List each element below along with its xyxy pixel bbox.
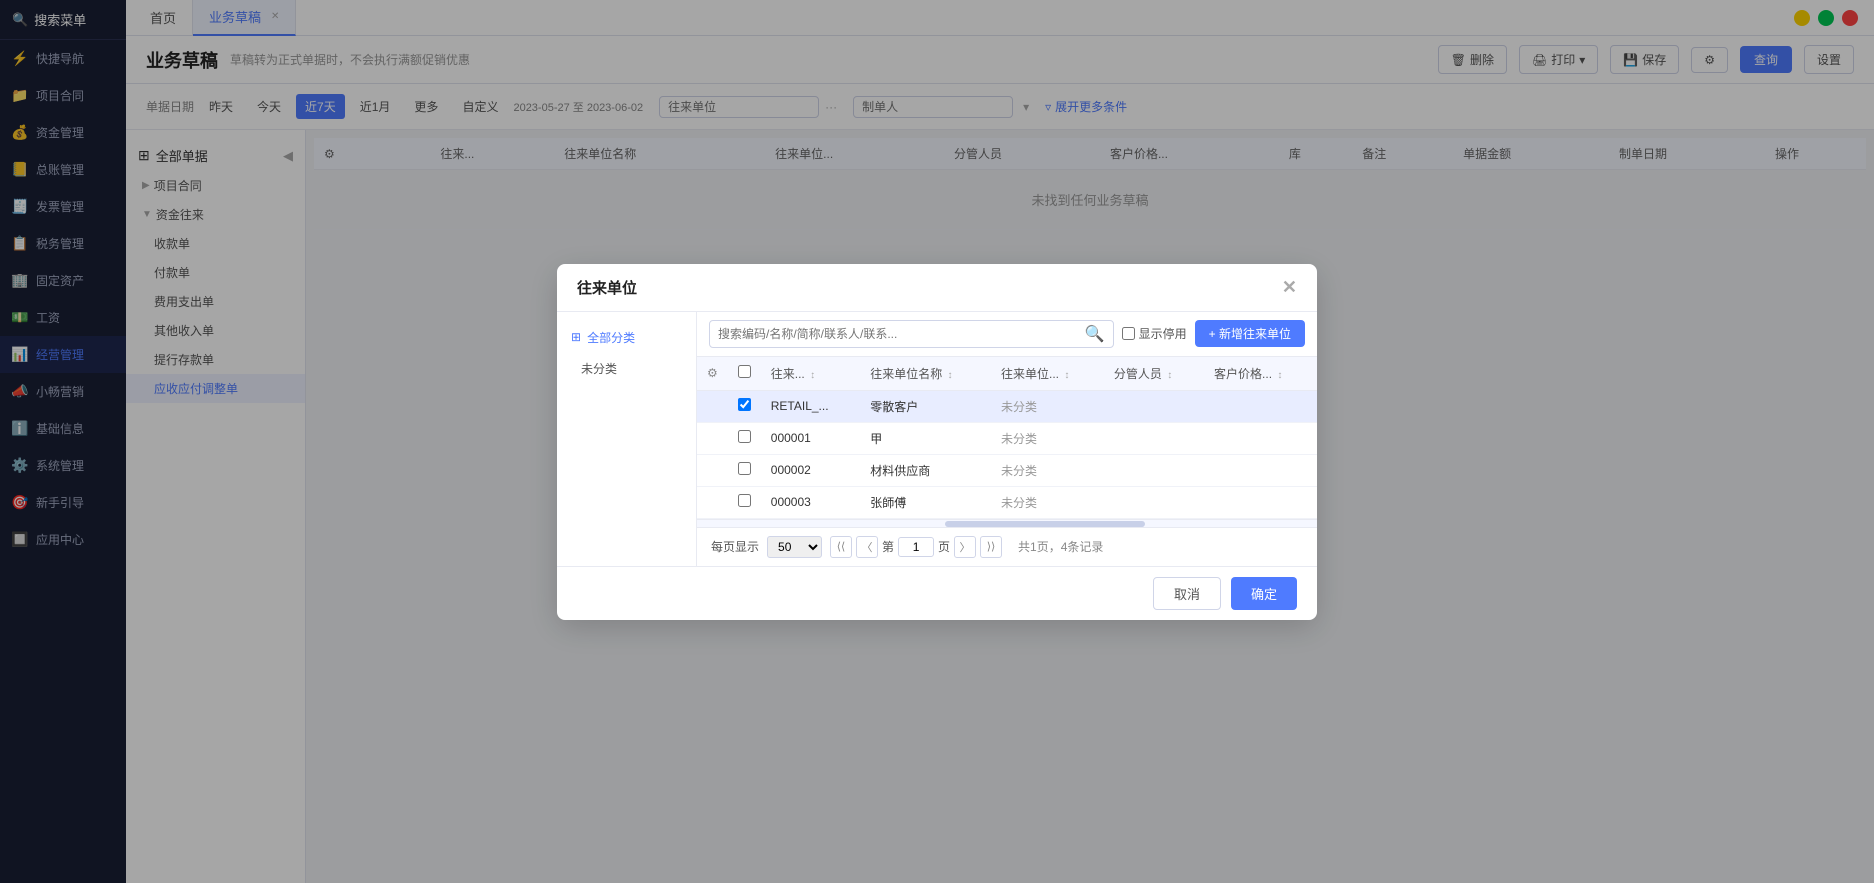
per-page-label: 每页显示 [711, 538, 759, 555]
dialog-row-3[interactable]: 000002 材料供应商 未分类 [697, 454, 1317, 486]
search-icon: 🔍 [1085, 324, 1105, 344]
row-manager-1 [1104, 390, 1204, 422]
show-disabled-wrap: 显示停用 [1122, 325, 1187, 342]
row-price-4 [1204, 486, 1317, 518]
page-label-pre: 第 [882, 538, 894, 555]
last-page-btn[interactable]: ⟩⟩ [980, 536, 1002, 558]
select-all-checkbox[interactable] [738, 365, 751, 378]
row-price-3 [1204, 454, 1317, 486]
dialog-th-price: 客户价格... ↕ [1204, 357, 1317, 391]
dialog-overlay: 往来单位 ✕ ⊞ 全部分类 未分类 🔍 [0, 0, 1874, 883]
row-gear-3 [697, 454, 728, 486]
row-gear-1 [697, 390, 728, 422]
show-disabled-label: 显示停用 [1139, 325, 1187, 342]
dialog-categories: ⊞ 全部分类 未分类 [557, 312, 697, 566]
row-code-4: 000003 [761, 486, 860, 518]
dialog-th-name: 往来单位名称 ↕ [860, 357, 991, 391]
row-check-2[interactable] [728, 422, 761, 454]
dialog-close-btn[interactable]: ✕ [1282, 277, 1297, 298]
new-partner-btn[interactable]: + 新增往来单位 [1195, 320, 1305, 347]
dialog-row-4[interactable]: 000003 张師傅 未分类 [697, 486, 1317, 518]
row-code-2: 000001 [761, 422, 860, 454]
row-check-3[interactable] [728, 454, 761, 486]
row-category-4: 未分类 [991, 486, 1104, 518]
page-label: 页 [938, 538, 950, 555]
partner-dialog: 往来单位 ✕ ⊞ 全部分类 未分类 🔍 [557, 264, 1317, 620]
dialog-th-check[interactable] [728, 357, 761, 391]
row-code-3: 000002 [761, 454, 860, 486]
dialog-row-2[interactable]: 000001 甲 未分类 [697, 422, 1317, 454]
next-page-btn[interactable]: 〉 [954, 536, 976, 558]
row-category-1: 未分类 [991, 390, 1104, 422]
row-category-2: 未分类 [991, 422, 1104, 454]
row-name-2: 甲 [860, 422, 991, 454]
page-total: 共1页，4条记录 [1018, 538, 1103, 555]
row-check-1[interactable] [728, 390, 761, 422]
dialog-body: ⊞ 全部分类 未分类 🔍 显示停用 [557, 312, 1317, 566]
dialog-table-wrap: ⚙ 往来... ↕ 往来单位名称 ↕ 往来单位... ↕ 分管人员 ↕ 客户价格… [697, 357, 1317, 519]
row-manager-2 [1104, 422, 1204, 454]
row-manager-3 [1104, 454, 1204, 486]
confirm-btn[interactable]: 确定 [1231, 577, 1297, 610]
row-manager-4 [1104, 486, 1204, 518]
row-gear-2 [697, 422, 728, 454]
row-name-4: 张師傅 [860, 486, 991, 518]
page-nav: ⟨⟨ 〈 第 页 〉 ⟩⟩ [830, 536, 1002, 558]
dialog-header: 往来单位 ✕ [557, 264, 1317, 312]
row-gear-4 [697, 486, 728, 518]
dialog-row-1[interactable]: RETAIL_... 零散客户 未分类 [697, 390, 1317, 422]
horizontal-scrollbar[interactable] [697, 519, 1317, 527]
dialog-th-category: 往来单位... ↕ [991, 357, 1104, 391]
dialog-search-input[interactable] [718, 327, 1081, 341]
first-page-btn[interactable]: ⟨⟨ [830, 536, 852, 558]
row-name-3: 材料供应商 [860, 454, 991, 486]
dialog-th-manager: 分管人员 ↕ [1104, 357, 1204, 391]
show-disabled-checkbox[interactable] [1122, 327, 1135, 340]
dialog-pagination: 每页显示 50 100 ⟨⟨ 〈 第 页 〉 ⟩⟩ 共1页，4条记录 [697, 527, 1317, 566]
row-check-4[interactable] [728, 486, 761, 518]
dialog-cat-sub[interactable]: 未分类 [557, 353, 696, 384]
cancel-btn[interactable]: 取消 [1153, 577, 1221, 610]
prev-page-btn[interactable]: 〈 [856, 536, 878, 558]
dialog-table: ⚙ 往来... ↕ 往来单位名称 ↕ 往来单位... ↕ 分管人员 ↕ 客户价格… [697, 357, 1317, 519]
dialog-th-gear[interactable]: ⚙ [697, 357, 728, 391]
grid-icon-small: ⊞ [571, 330, 581, 344]
dialog-footer: 取消 确定 [557, 566, 1317, 620]
search-wrap: 🔍 [709, 320, 1114, 348]
page-num-input[interactable] [898, 537, 934, 557]
dialog-toolbar: 🔍 显示停用 + 新增往来单位 [697, 312, 1317, 357]
dialog-title: 往来单位 [577, 277, 637, 298]
per-page-select[interactable]: 50 100 [767, 536, 822, 558]
dialog-th-code: 往来... ↕ [761, 357, 860, 391]
row-code-1: RETAIL_... [761, 390, 860, 422]
dialog-cat-all[interactable]: ⊞ 全部分类 [557, 322, 696, 353]
row-price-2 [1204, 422, 1317, 454]
row-name-1: 零散客户 [860, 390, 991, 422]
row-category-3: 未分类 [991, 454, 1104, 486]
scrollbar-thumb[interactable] [945, 521, 1145, 527]
dialog-right: 🔍 显示停用 + 新增往来单位 ⚙ [697, 312, 1317, 566]
row-price-1 [1204, 390, 1317, 422]
